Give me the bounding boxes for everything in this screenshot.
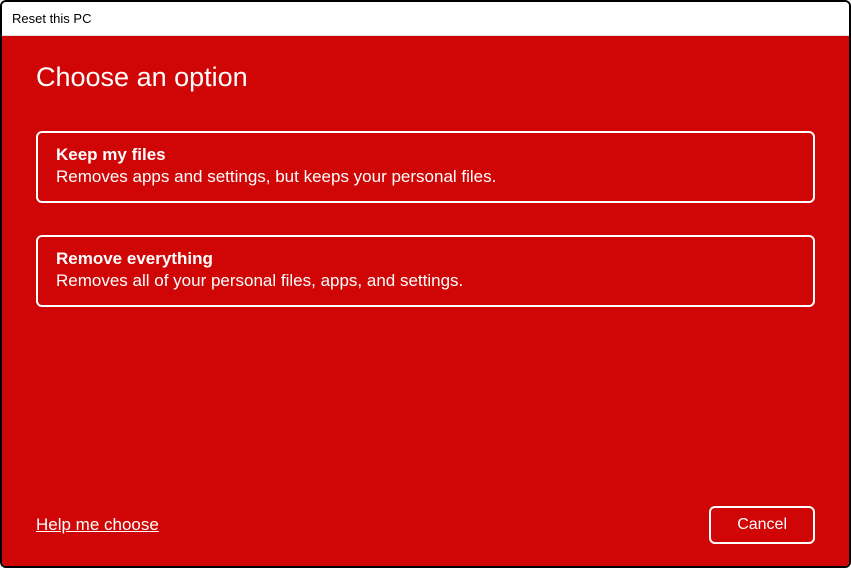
cancel-button[interactable]: Cancel (709, 506, 815, 544)
titlebar: Reset this PC (2, 2, 849, 36)
option-desc: Removes apps and settings, but keeps you… (56, 167, 795, 187)
content-area: Choose an option Keep my files Removes a… (2, 36, 849, 566)
option-desc: Removes all of your personal files, apps… (56, 271, 795, 291)
help-me-choose-link[interactable]: Help me choose (36, 515, 159, 535)
window-title: Reset this PC (12, 11, 91, 26)
option-remove-everything[interactable]: Remove everything Removes all of your pe… (36, 235, 815, 307)
option-keep-my-files[interactable]: Keep my files Removes apps and settings,… (36, 131, 815, 203)
reset-pc-window: Reset this PC Choose an option Keep my f… (0, 0, 851, 568)
option-title: Remove everything (56, 249, 795, 269)
footer: Help me choose Cancel (36, 506, 815, 544)
page-heading: Choose an option (36, 62, 815, 93)
option-title: Keep my files (56, 145, 795, 165)
